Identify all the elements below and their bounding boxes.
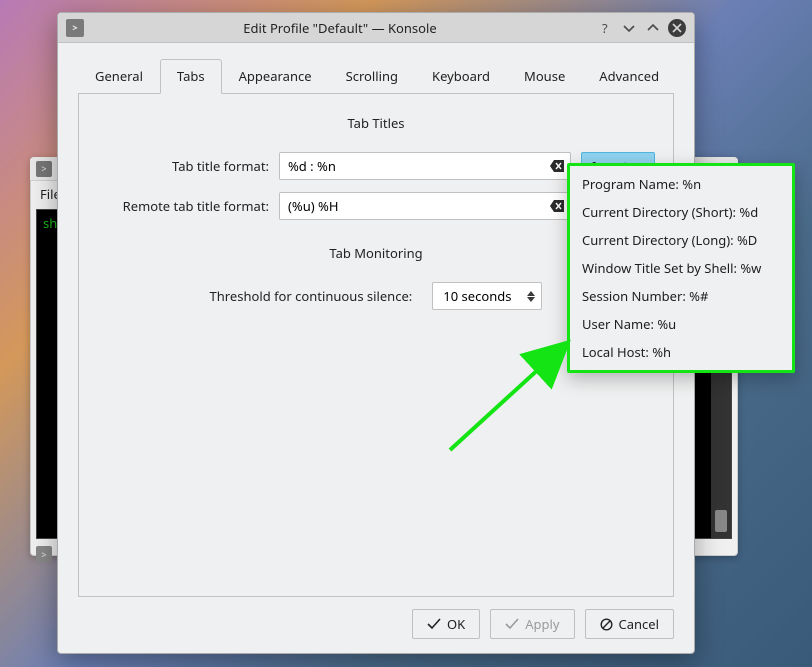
cancel-icon bbox=[600, 618, 613, 631]
terminal-icon: > bbox=[36, 161, 52, 177]
ok-button[interactable]: OK bbox=[412, 609, 480, 639]
tab-mouse[interactable]: Mouse bbox=[507, 59, 582, 94]
menu-item-session-number[interactable]: Session Number: %# bbox=[570, 282, 792, 310]
menu-item-window-title[interactable]: Window Title Set by Shell: %w bbox=[570, 254, 792, 282]
tab-keyboard[interactable]: Keyboard bbox=[415, 59, 507, 94]
input-remote-tab-title-format-field[interactable] bbox=[288, 197, 548, 215]
clear-icon[interactable] bbox=[548, 197, 566, 215]
spin-down-icon[interactable] bbox=[527, 297, 535, 302]
tab-tabs[interactable]: Tabs bbox=[160, 59, 222, 94]
cancel-button-label: Cancel bbox=[619, 615, 659, 633]
svg-text:?: ? bbox=[602, 22, 608, 34]
maximize-button[interactable] bbox=[644, 19, 662, 37]
section-tab-titles: Tab Titles bbox=[97, 114, 655, 132]
label-remote-tab-title-format: Remote tab title format: bbox=[97, 197, 279, 215]
menu-item-program-name[interactable]: Program Name: %n bbox=[570, 170, 792, 198]
apply-button-label: Apply bbox=[525, 615, 559, 633]
menu-item-cwd-short[interactable]: Current Directory (Short): %d bbox=[570, 198, 792, 226]
spin-up-icon[interactable] bbox=[527, 291, 535, 296]
label-silence-threshold: Threshold for continuous silence: bbox=[210, 287, 423, 305]
check-icon bbox=[505, 618, 519, 630]
dialog-titlebar[interactable]: > Edit Profile "Default" — Konsole ? bbox=[58, 13, 694, 43]
menu-item-local-host[interactable]: Local Host: %h bbox=[570, 338, 792, 366]
tab-scrolling[interactable]: Scrolling bbox=[329, 59, 415, 94]
check-icon bbox=[427, 618, 441, 630]
close-button[interactable] bbox=[668, 19, 686, 37]
cancel-button[interactable]: Cancel bbox=[585, 609, 674, 639]
tab-general[interactable]: General bbox=[78, 59, 160, 94]
konsole-app-icon: > bbox=[66, 19, 84, 37]
ok-button-label: OK bbox=[447, 615, 465, 633]
help-button[interactable]: ? bbox=[596, 19, 614, 37]
apply-button[interactable]: Apply bbox=[490, 609, 574, 639]
dialog-title: Edit Profile "Default" — Konsole bbox=[84, 19, 596, 37]
input-tab-title-format[interactable] bbox=[279, 152, 571, 180]
input-tab-title-format-field[interactable] bbox=[288, 157, 548, 175]
minimize-button[interactable] bbox=[620, 19, 638, 37]
tab-appearance[interactable]: Appearance bbox=[222, 59, 329, 94]
tab-bar: General Tabs Appearance Scrolling Keyboa… bbox=[78, 59, 674, 94]
silence-threshold-value: 10 seconds bbox=[443, 287, 525, 305]
insert-placeholder-menu: Program Name: %n Current Directory (Shor… bbox=[567, 163, 795, 373]
terminal-icon: > bbox=[36, 546, 52, 562]
label-tab-title-format: Tab title format: bbox=[97, 157, 279, 175]
menu-item-user-name[interactable]: User Name: %u bbox=[570, 310, 792, 338]
input-remote-tab-title-format[interactable] bbox=[279, 192, 571, 220]
tab-advanced[interactable]: Advanced bbox=[582, 59, 676, 94]
clear-icon[interactable] bbox=[548, 157, 566, 175]
silence-threshold-spinner[interactable]: 10 seconds bbox=[432, 282, 542, 310]
menu-item-cwd-long[interactable]: Current Directory (Long): %D bbox=[570, 226, 792, 254]
dialog-button-row: OK Apply Cancel bbox=[78, 597, 674, 639]
